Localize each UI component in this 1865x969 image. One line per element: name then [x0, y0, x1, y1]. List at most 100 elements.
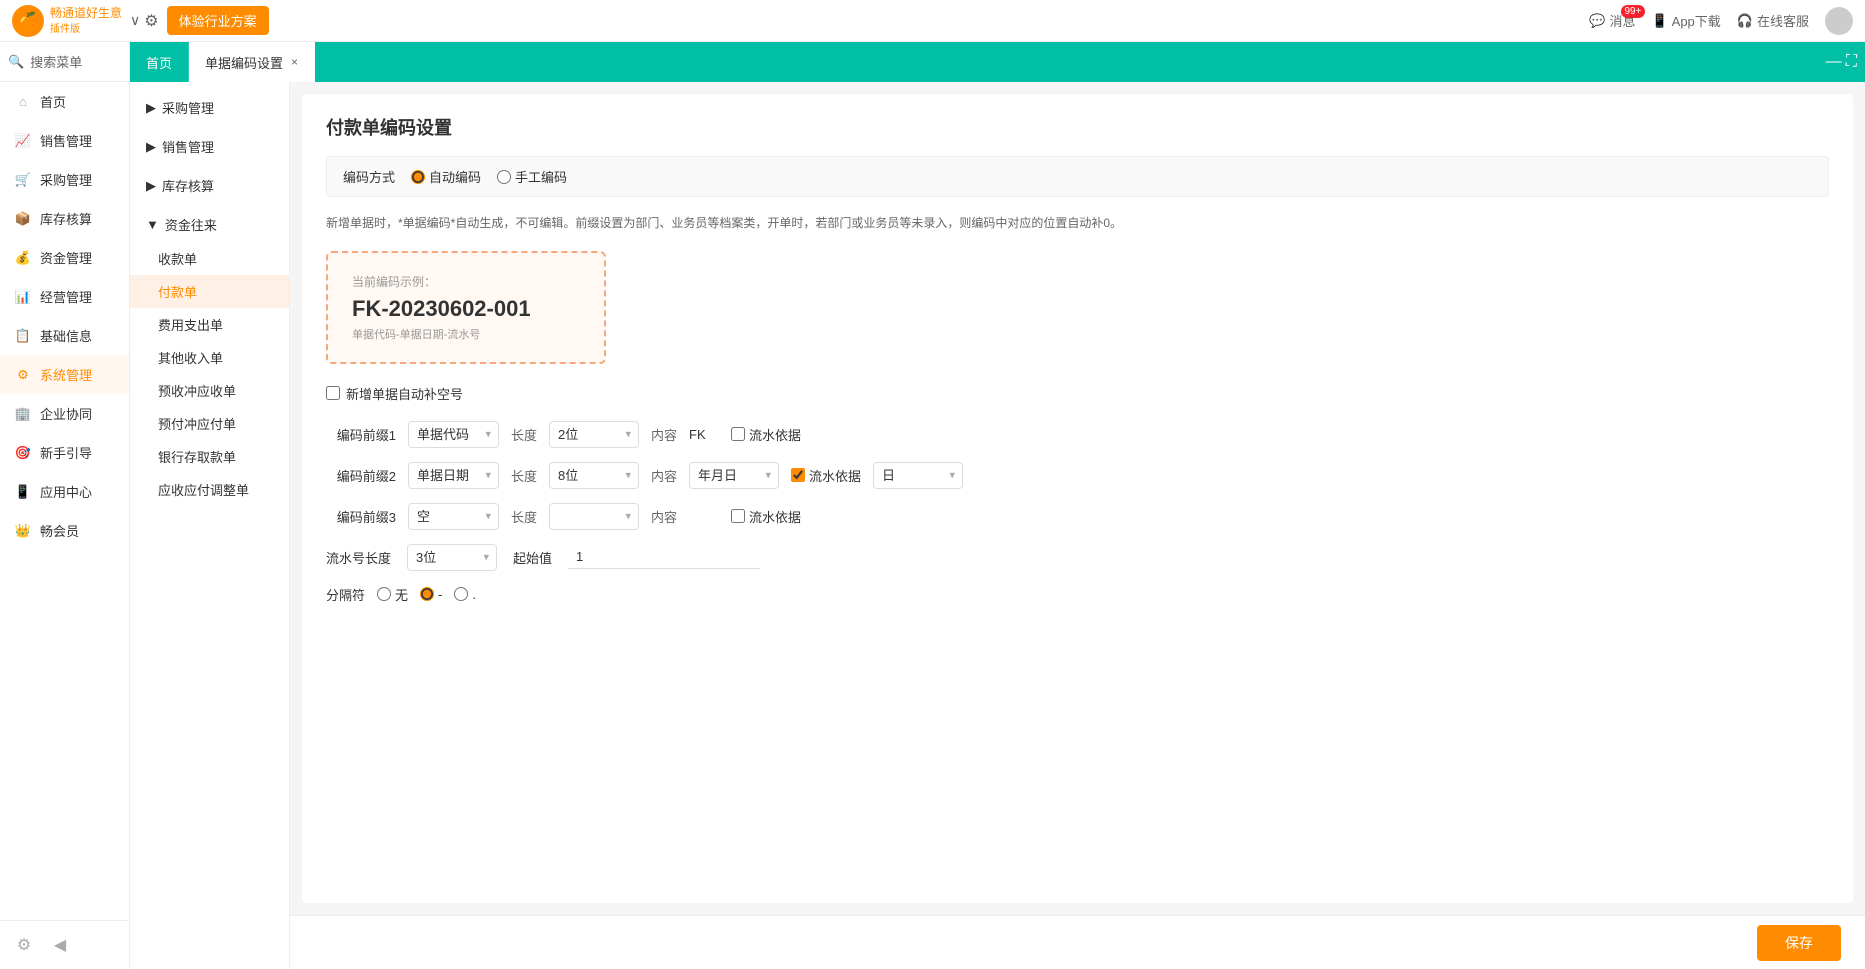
start-value-input[interactable]: [568, 545, 760, 569]
tab-code-settings[interactable]: 单据编码设置 ×: [189, 42, 315, 82]
serial1-checkbox[interactable]: [731, 427, 745, 441]
sales-icon: 📈: [14, 132, 32, 150]
guide-icon: 🎯: [14, 444, 32, 462]
sub-item-other-income[interactable]: 其他收入单: [130, 341, 289, 374]
logo-text: 畅通道好生意: [50, 6, 122, 20]
sidebar-item-finance[interactable]: 💰 资金管理: [0, 238, 129, 277]
serial-length-row: 流水号长度 3位 4位 5位 6位 起始值: [326, 544, 1829, 571]
sub-item-pre-receive[interactable]: 预收冲应收单: [130, 374, 289, 407]
prefix2-content-select-wrapper[interactable]: 年月日 年月 年: [689, 462, 779, 489]
sub-group-capital-label: 资金往来: [165, 215, 217, 234]
prefix2-length-label: 长度: [511, 466, 537, 485]
sidebar-collapse-icon[interactable]: ◀: [46, 931, 74, 959]
prefix1-select-wrapper[interactable]: 单据代码 部门 业务员: [408, 421, 499, 448]
code-preview-value: FK-20230602-001: [352, 296, 580, 322]
prefix3-length-select-wrapper[interactable]: [549, 503, 639, 530]
separator-row: 分隔符 无 - .: [326, 585, 1829, 604]
tab-home-label: 首页: [146, 53, 172, 72]
sep-none-radio[interactable]: [377, 587, 391, 601]
prefix1-select[interactable]: 单据代码 部门 业务员: [408, 421, 499, 448]
serial-length-label: 流水号长度: [326, 548, 391, 567]
sep-dash-label: -: [438, 587, 442, 602]
prefix3-select-wrapper[interactable]: 空 单据代码 部门: [408, 503, 499, 530]
auto-code-option[interactable]: 自动编码: [411, 167, 481, 186]
prefix2-select-wrapper[interactable]: 单据日期 单据代码: [408, 462, 499, 489]
prefix3-length-select[interactable]: [549, 503, 639, 530]
save-button[interactable]: 保存: [1757, 925, 1841, 961]
auto-fill-checkbox[interactable]: [326, 386, 340, 400]
sidebar-item-sales[interactable]: 📈 销售管理: [0, 121, 129, 160]
window-minimize-btn[interactable]: —: [1826, 53, 1842, 71]
sub-item-pre-pay[interactable]: 预付冲应付单: [130, 407, 289, 440]
sidebar-item-company[interactable]: 🏢 企业协同: [0, 394, 129, 433]
tab-home[interactable]: 首页: [130, 42, 189, 82]
nav-dropdown-arrow[interactable]: ∨: [130, 12, 140, 29]
sub-item-payments[interactable]: 付款单: [130, 275, 289, 308]
prefix3-select[interactable]: 空 单据代码 部门: [408, 503, 499, 530]
prefix1-length-select-wrapper[interactable]: 2位 3位 4位: [549, 421, 639, 448]
serial-length-select[interactable]: 3位 4位 5位 6位: [407, 544, 497, 571]
apps-icon: 📱: [14, 483, 32, 501]
sep-dot-option[interactable]: .: [454, 587, 476, 602]
sub-group-inventory-title[interactable]: ▶ 库存核算: [130, 168, 289, 203]
company-icon: 🏢: [14, 405, 32, 423]
serial2-period-select-wrapper[interactable]: 日 月 年: [873, 462, 963, 489]
sub-item-bank-deposit[interactable]: 银行存取款单: [130, 440, 289, 473]
sub-group-purchase-title[interactable]: ▶ 采购管理: [130, 90, 289, 125]
sidebar-item-home[interactable]: ⌂ 首页: [0, 82, 129, 121]
sub-item-adjust[interactable]: 应收应付调整单: [130, 473, 289, 506]
manual-code-radio[interactable]: [497, 170, 511, 184]
trial-button[interactable]: 体验行业方案: [167, 6, 269, 35]
sidebar-menu: ⌂ 首页 📈 销售管理 🛒 采购管理 📦 库存核算 💰 资金管理 📊 经营: [0, 82, 129, 920]
sub-group-sales-label: 销售管理: [162, 137, 214, 156]
prefix2-content-select[interactable]: 年月日 年月 年: [689, 462, 779, 489]
serial-length-select-wrapper[interactable]: 3位 4位 5位 6位: [407, 544, 497, 571]
message-item[interactable]: 💬 消息 99+: [1589, 11, 1635, 30]
sidebar-item-inventory[interactable]: 📦 库存核算: [0, 199, 129, 238]
purchase-icon: 🛒: [14, 171, 32, 189]
sub-group-inventory-arrow: ▶: [146, 178, 156, 194]
sub-group-capital-title[interactable]: ▼ 资金往来: [130, 207, 289, 242]
auto-code-radio[interactable]: [411, 170, 425, 184]
sidebar-item-label: 应用中心: [40, 482, 92, 501]
tabs-bar-right: — ⛶: [1826, 53, 1865, 71]
info-text: 新增单据时，*单据编码*自动生成，不可编辑。前缀设置为部门、业务员等档案类，开单…: [326, 213, 1829, 235]
user-avatar[interactable]: [1825, 7, 1853, 35]
prefix2-length-select-wrapper[interactable]: 8位 6位 4位: [549, 462, 639, 489]
sub-item-receipts[interactable]: 收款单: [130, 242, 289, 275]
sidebar-item-label: 畅会员: [40, 521, 79, 540]
sep-dot-label: .: [472, 587, 476, 602]
sep-dash-radio[interactable]: [420, 587, 434, 601]
sub-group-purchase: ▶ 采购管理: [130, 90, 289, 125]
sep-none-option[interactable]: 无: [377, 585, 408, 604]
tab-close-icon[interactable]: ×: [291, 55, 298, 69]
settings-icon[interactable]: ⚙: [144, 11, 158, 31]
member-icon: 👑: [14, 522, 32, 540]
online-service-item[interactable]: 🎧 在线客服: [1737, 11, 1809, 30]
sidebar-item-system[interactable]: ⚙ 系统管理: [0, 355, 129, 394]
sub-item-expenses[interactable]: 费用支出单: [130, 308, 289, 341]
window-maximize-btn[interactable]: ⛶: [1846, 53, 1857, 71]
sep-dash-option[interactable]: -: [420, 587, 442, 602]
content-inner: ▶ 采购管理 ▶ 销售管理 ▶ 库存核算: [130, 82, 1865, 969]
sidebar-item-guide[interactable]: 🎯 新手引导: [0, 433, 129, 472]
sidebar-item-purchase[interactable]: 🛒 采购管理: [0, 160, 129, 199]
top-bar: 🍊 畅通道好生意 插件版 ∨ ⚙ 体验行业方案 💬 消息 99+ 📱 App下载…: [0, 0, 1865, 42]
sidebar-item-basic[interactable]: 📋 基础信息: [0, 316, 129, 355]
prefix2-length-select[interactable]: 8位 6位 4位: [549, 462, 639, 489]
serial3-checkbox[interactable]: [731, 509, 745, 523]
sidebar-item-label: 系统管理: [40, 365, 92, 384]
serial2-checkbox[interactable]: [791, 468, 805, 482]
sidebar-settings-icon[interactable]: ⚙: [10, 931, 38, 959]
serial2-period-select[interactable]: 日 月 年: [873, 462, 963, 489]
prefix1-length-select[interactable]: 2位 3位 4位: [549, 421, 639, 448]
prefix2-select[interactable]: 单据日期 单据代码: [408, 462, 499, 489]
sidebar-item-apps[interactable]: 📱 应用中心: [0, 472, 129, 511]
sidebar-item-operations[interactable]: 📊 经营管理: [0, 277, 129, 316]
manual-code-option[interactable]: 手工编码: [497, 167, 567, 186]
sub-group-sales-title[interactable]: ▶ 销售管理: [130, 129, 289, 164]
sidebar-search[interactable]: 🔍 搜索菜单: [0, 42, 129, 82]
app-download-item[interactable]: 📱 App下载: [1651, 11, 1720, 30]
sidebar-item-member[interactable]: 👑 畅会员: [0, 511, 129, 550]
sep-dot-radio[interactable]: [454, 587, 468, 601]
